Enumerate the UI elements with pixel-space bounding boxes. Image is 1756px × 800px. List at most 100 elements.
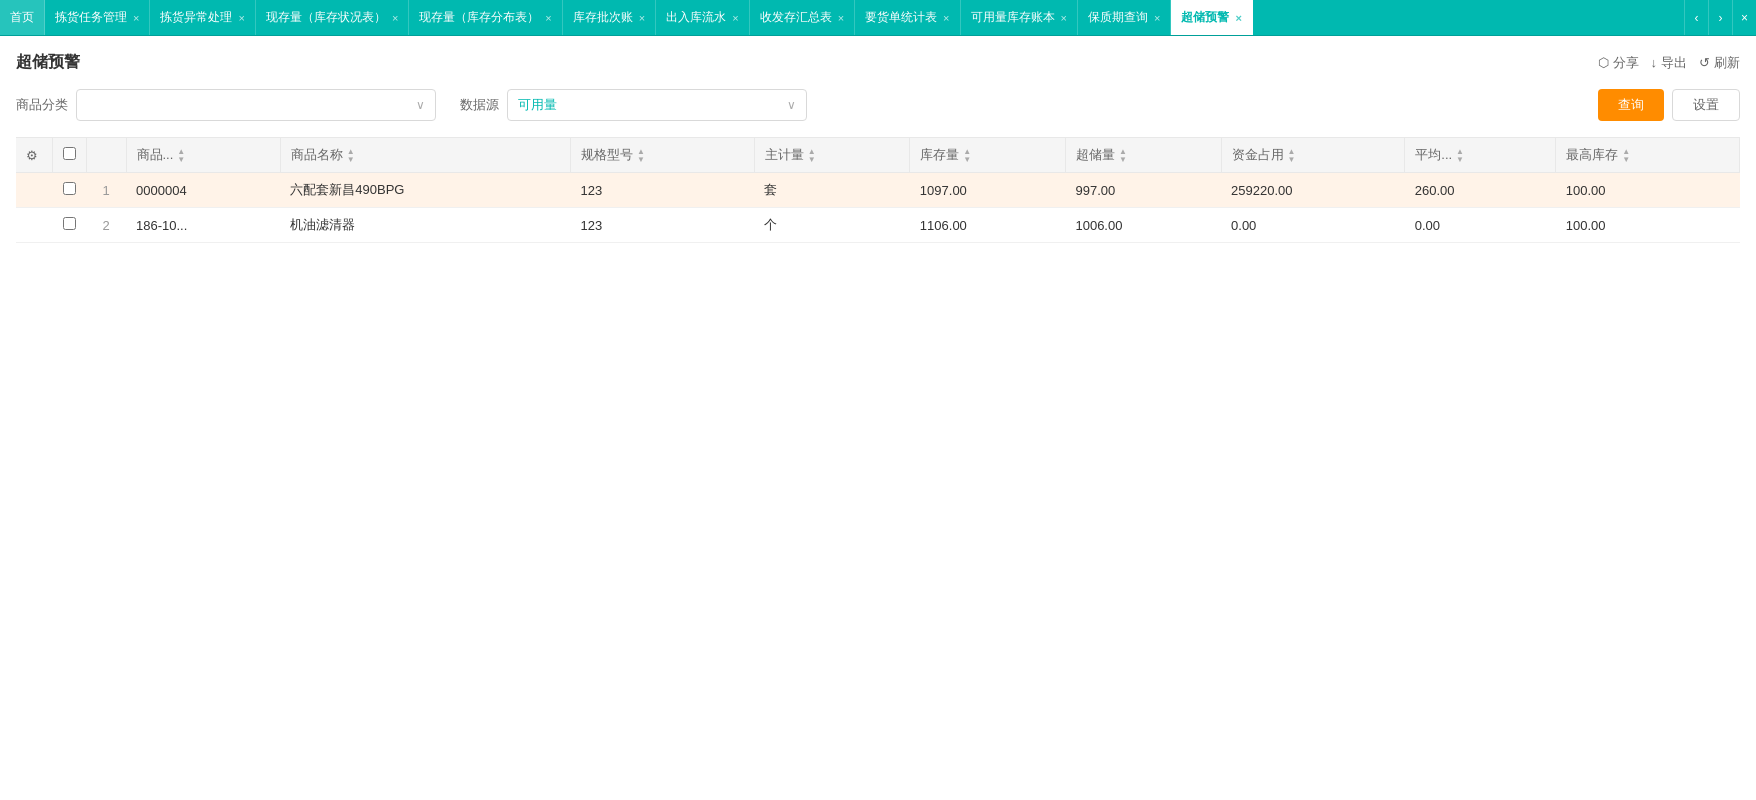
row-checkbox[interactable] bbox=[63, 182, 76, 195]
col-header-product_code[interactable]: 商品...▲▼ bbox=[126, 138, 280, 173]
col-header-avg[interactable]: 平均...▲▼ bbox=[1405, 138, 1556, 173]
cell-product_name: 机油滤清器 bbox=[280, 208, 570, 243]
row-checkbox-cell bbox=[52, 208, 86, 243]
nav-item-order-stats[interactable]: 要货单统计表 × bbox=[855, 0, 960, 35]
share-button[interactable]: ⬡ 分享 bbox=[1598, 54, 1639, 72]
nav-item-label: 拣货任务管理 bbox=[55, 9, 127, 26]
table-row: 10000004六配套新昌490BPG123套1097.00997.002592… bbox=[16, 173, 1740, 208]
cell-avg: 0.00 bbox=[1405, 208, 1556, 243]
nav-item-close-icon[interactable]: × bbox=[545, 12, 551, 24]
cell-product_code: 186-10... bbox=[126, 208, 280, 243]
col-header-stock[interactable]: 库存量▲▼ bbox=[910, 138, 1066, 173]
query-button[interactable]: 查询 bbox=[1598, 89, 1664, 121]
export-button[interactable]: ↓ 导出 bbox=[1651, 54, 1688, 72]
filter-group-category: 商品分类 ∨ bbox=[16, 89, 436, 121]
category-label: 商品分类 bbox=[16, 96, 68, 114]
cell-stock: 1106.00 bbox=[910, 208, 1066, 243]
page-header: 超储预警 ⬡ 分享 ↓ 导出 ↺ 刷新 bbox=[16, 52, 1740, 73]
page-actions: ⬡ 分享 ↓ 导出 ↺ 刷新 bbox=[1598, 54, 1741, 72]
settings-gear-icon[interactable]: ⚙ bbox=[26, 148, 38, 163]
sort-icon-overstock[interactable]: ▲▼ bbox=[1119, 148, 1127, 164]
row-index: 1 bbox=[86, 173, 126, 208]
page-content: 超储预警 ⬡ 分享 ↓ 导出 ↺ 刷新 商品分类 ∨ 数据源 bbox=[0, 36, 1756, 800]
nav-item-label: 首页 bbox=[10, 9, 34, 26]
row-checkbox-cell bbox=[52, 173, 86, 208]
page-title: 超储预警 bbox=[16, 52, 80, 73]
col-header-max_stock[interactable]: 最高库存▲▼ bbox=[1556, 138, 1740, 173]
col-header-capital[interactable]: 资金占用▲▼ bbox=[1221, 138, 1405, 173]
nav-item-label: 现存量（库存状况表） bbox=[266, 9, 386, 26]
col-header-overstock[interactable]: 超储量 ▲▼ bbox=[1065, 138, 1221, 173]
sort-icon-product_name[interactable]: ▲▼ bbox=[347, 148, 355, 164]
row-gear-cell bbox=[16, 208, 52, 243]
nav-item-close-icon[interactable]: × bbox=[732, 12, 738, 24]
nav-arrow-left[interactable]: ‹ bbox=[1684, 0, 1708, 35]
datasource-value: 可用量 bbox=[518, 96, 557, 114]
datasource-label: 数据源 bbox=[460, 96, 499, 114]
refresh-button[interactable]: ↺ 刷新 bbox=[1699, 54, 1740, 72]
nav-arrow-close[interactable]: × bbox=[1732, 0, 1756, 35]
col-label-product_code: 商品... bbox=[137, 147, 174, 162]
sort-icon-product_code[interactable]: ▲▼ bbox=[177, 148, 185, 164]
nav-item-home[interactable]: 首页 bbox=[0, 0, 45, 35]
category-chevron-icon: ∨ bbox=[416, 98, 425, 112]
sort-icon-avg[interactable]: ▲▼ bbox=[1456, 148, 1464, 164]
sort-icon-max_stock[interactable]: ▲▼ bbox=[1622, 148, 1630, 164]
row-index: 2 bbox=[86, 208, 126, 243]
nav-item-task-mgmt[interactable]: 拣货任务管理 × bbox=[45, 0, 150, 35]
nav-item-label: 收发存汇总表 bbox=[760, 9, 832, 26]
nav-item-label: 要货单统计表 bbox=[865, 9, 937, 26]
nav-item-batch-account[interactable]: 库存批次账 × bbox=[563, 0, 656, 35]
col-header-spec[interactable]: 规格型号▲▼ bbox=[571, 138, 755, 173]
data-table: ⚙商品...▲▼商品名称▲▼规格型号▲▼主计量▲▼库存量▲▼超储量▲▼资金占用▲… bbox=[16, 137, 1740, 243]
nav-item-label: 库存批次账 bbox=[573, 9, 633, 26]
col-label-product_name: 商品名称 bbox=[291, 147, 343, 162]
nav-item-close-icon[interactable]: × bbox=[392, 12, 398, 24]
table-row: 2186-10...机油滤清器123个1106.001006.000.000.0… bbox=[16, 208, 1740, 243]
nav-item-available-account[interactable]: 可用量库存账本 × bbox=[961, 0, 1078, 35]
export-icon: ↓ bbox=[1651, 55, 1658, 70]
nav-item-inventory-dist[interactable]: 现存量（库存分布表） × bbox=[409, 0, 562, 35]
top-nav: 首页拣货任务管理×拣货异常处理×现存量（库存状况表）×现存量（库存分布表）×库存… bbox=[0, 0, 1756, 36]
sort-icon-unit[interactable]: ▲▼ bbox=[808, 148, 816, 164]
nav-item-receive-send[interactable]: 收发存汇总表 × bbox=[750, 0, 855, 35]
nav-item-close-icon[interactable]: × bbox=[133, 12, 139, 24]
sort-icon-capital[interactable]: ▲▼ bbox=[1288, 148, 1296, 164]
cell-product_code: 0000004 bbox=[126, 173, 280, 208]
row-checkbox[interactable] bbox=[63, 217, 76, 230]
refresh-icon: ↺ bbox=[1699, 55, 1710, 70]
nav-item-quality-check[interactable]: 保质期查询× bbox=[1078, 0, 1171, 35]
nav-item-close-icon[interactable]: × bbox=[1235, 12, 1241, 24]
sort-icon-spec[interactable]: ▲▼ bbox=[637, 148, 645, 164]
settings-button[interactable]: 设置 bbox=[1672, 89, 1740, 121]
nav-item-overstock-warning[interactable]: 超储预警× bbox=[1171, 0, 1252, 35]
col-header-product_name[interactable]: 商品名称 ▲▼ bbox=[280, 138, 570, 173]
nav-item-close-icon[interactable]: × bbox=[838, 12, 844, 24]
row-gear-cell bbox=[16, 173, 52, 208]
nav-arrow-right[interactable]: › bbox=[1708, 0, 1732, 35]
nav-item-abnormal[interactable]: 拣货异常处理× bbox=[150, 0, 255, 35]
nav-item-close-icon[interactable]: × bbox=[639, 12, 645, 24]
nav-item-in-out-flow[interactable]: 出入库流水× bbox=[656, 0, 749, 35]
col-header-unit[interactable]: 主计量 ▲▼ bbox=[754, 138, 910, 173]
nav-item-label: 现存量（库存分布表） bbox=[419, 9, 539, 26]
sort-icon-stock[interactable]: ▲▼ bbox=[963, 148, 971, 164]
cell-capital: 259220.00 bbox=[1221, 173, 1405, 208]
cell-product_name: 六配套新昌490BPG bbox=[280, 173, 570, 208]
cell-avg: 260.00 bbox=[1405, 173, 1556, 208]
nav-item-label: 可用量库存账本 bbox=[971, 9, 1055, 26]
col-label-overstock: 超储量 bbox=[1076, 147, 1115, 162]
nav-arrows: ‹›× bbox=[1684, 0, 1756, 35]
col-label-unit: 主计量 bbox=[765, 147, 804, 162]
nav-item-inventory-status[interactable]: 现存量（库存状况表） × bbox=[256, 0, 409, 35]
datasource-select[interactable]: 可用量 ∨ bbox=[507, 89, 807, 121]
nav-item-close-icon[interactable]: × bbox=[1061, 12, 1067, 24]
col-header-checkbox bbox=[52, 138, 86, 173]
nav-item-close-icon[interactable]: × bbox=[943, 12, 949, 24]
nav-item-close-icon[interactable]: × bbox=[238, 12, 244, 24]
nav-item-close-icon[interactable]: × bbox=[1154, 12, 1160, 24]
cell-capital: 0.00 bbox=[1221, 208, 1405, 243]
category-select[interactable]: ∨ bbox=[76, 89, 436, 121]
cell-spec: 123 bbox=[571, 173, 755, 208]
select-all-checkbox[interactable] bbox=[63, 147, 76, 160]
